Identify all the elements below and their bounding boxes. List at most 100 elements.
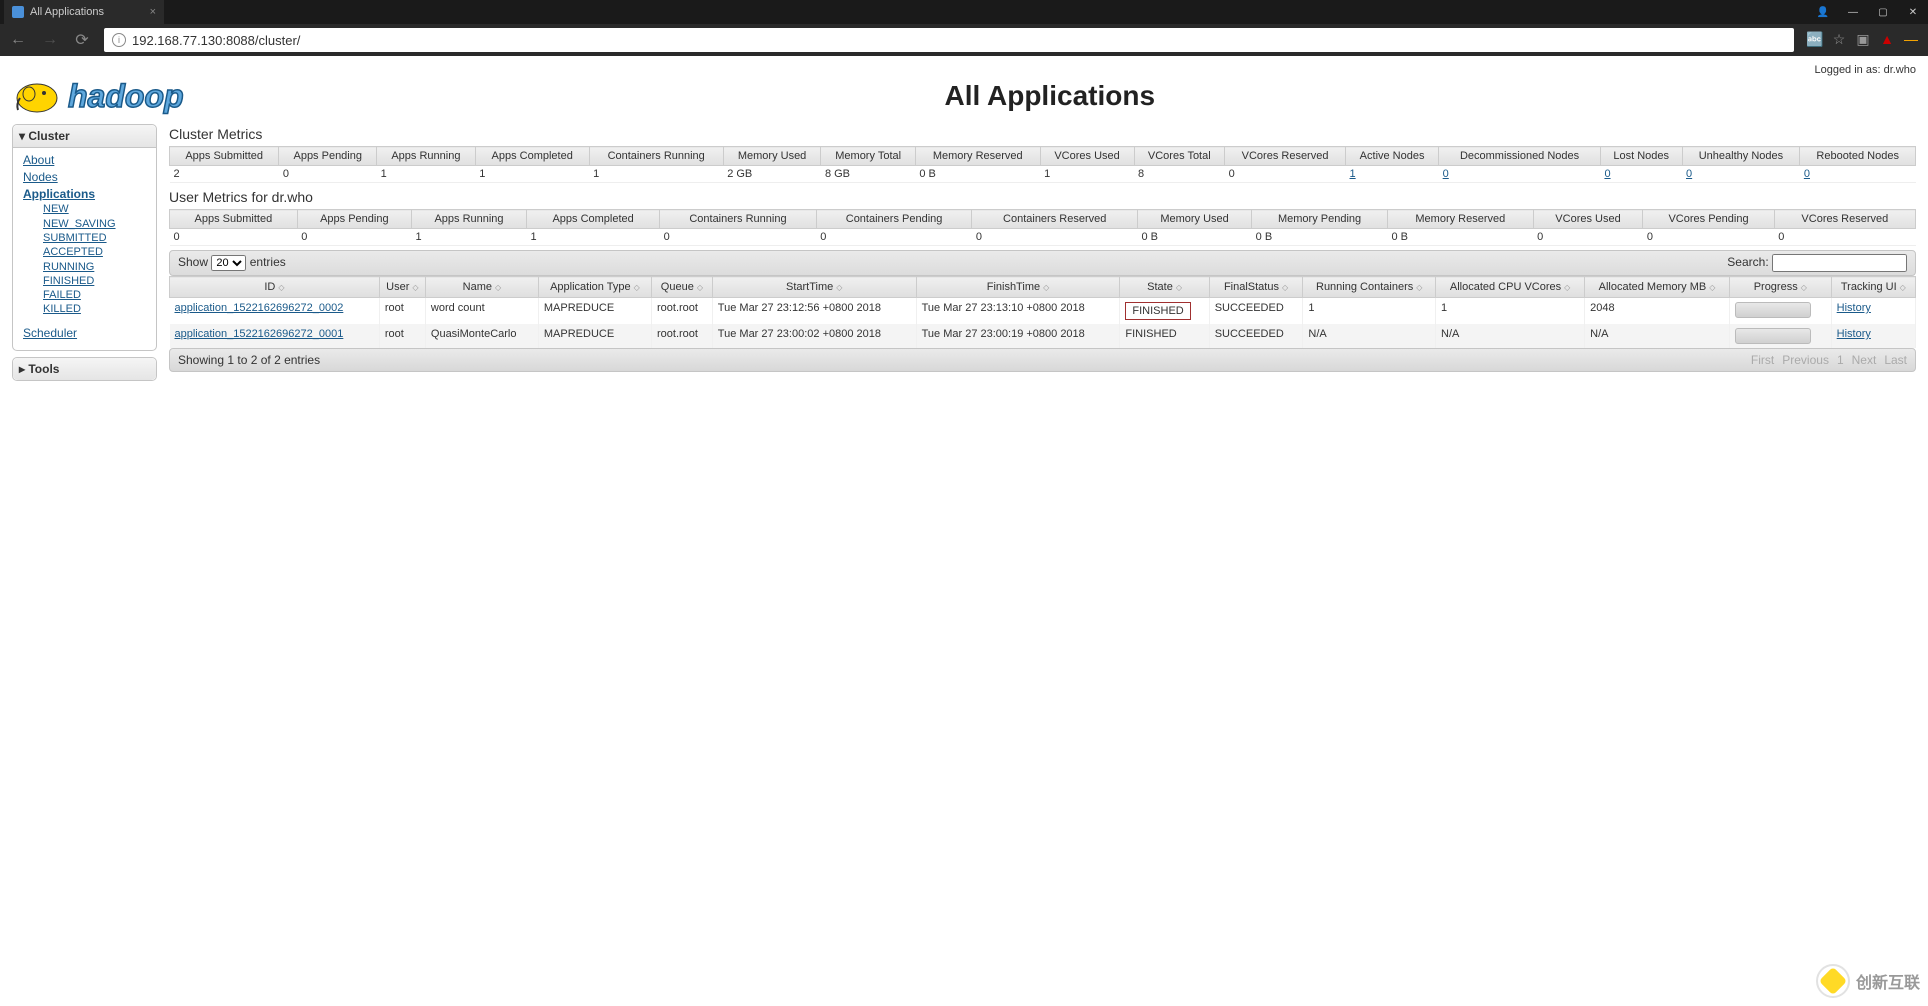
metrics-value: 0 (170, 229, 298, 246)
metrics-value: 0 (1533, 229, 1643, 246)
apps-column-header[interactable]: Progress◇ (1729, 277, 1831, 298)
app-id-link[interactable]: application_1522162696272_0001 (175, 328, 344, 340)
metrics-value: 0 (1643, 229, 1774, 246)
metrics-value: 8 (1134, 166, 1225, 183)
entries-select[interactable]: 20 (211, 255, 246, 271)
apps-column-header[interactable]: Queue◇ (652, 277, 713, 298)
metrics-header: Decommissioned Nodes (1439, 147, 1601, 166)
sidebar-accepted-link[interactable]: ACCEPTED (43, 245, 146, 259)
tracking-link[interactable]: History (1837, 302, 1871, 314)
sidebar-scheduler-link[interactable]: Scheduler (23, 325, 146, 342)
page-next[interactable]: Next (1852, 353, 1877, 367)
metrics-value[interactable]: 0 (1439, 166, 1601, 183)
metrics-header: Memory Used (723, 147, 821, 166)
close-window-icon[interactable]: ✕ (1898, 0, 1928, 24)
maximize-icon[interactable]: ▢ (1868, 0, 1898, 24)
apps-column-header[interactable]: State◇ (1120, 277, 1209, 298)
metrics-header: Unhealthy Nodes (1682, 147, 1800, 166)
back-button[interactable]: ← (8, 31, 28, 49)
page-previous[interactable]: Previous (1782, 353, 1829, 367)
extension-icon-1[interactable]: ▣ (1854, 31, 1872, 49)
sidebar-killed-link[interactable]: KILLED (43, 302, 146, 316)
address-bar[interactable]: i 192.168.77.130:8088/cluster/ (104, 28, 1794, 52)
apps-column-header[interactable]: Allocated CPU VCores◇ (1436, 277, 1585, 298)
bookmark-icon[interactable]: ☆ (1830, 31, 1848, 49)
metrics-header: Memory Reserved (1387, 210, 1533, 229)
sidebar-running-link[interactable]: RUNNING (43, 260, 146, 274)
metrics-value: 1 (589, 166, 723, 183)
watermark: 创新互联 (1816, 964, 1920, 998)
metrics-header: Lost Nodes (1600, 147, 1682, 166)
sidebar-failed-link[interactable]: FAILED (43, 288, 146, 302)
translate-icon[interactable]: 🔤 (1806, 31, 1824, 49)
tab-favicon (12, 6, 24, 18)
metrics-header: Containers Running (589, 147, 723, 166)
extension-icon-2[interactable]: ▲ (1878, 31, 1896, 49)
metrics-value[interactable]: 0 (1682, 166, 1800, 183)
apps-column-header[interactable]: Application Type◇ (538, 277, 651, 298)
app-id-link[interactable]: application_1522162696272_0002 (175, 302, 344, 314)
sidebar-new-link[interactable]: NEW (43, 202, 146, 216)
cluster-metrics-title: Cluster Metrics (169, 126, 1916, 142)
minimize-icon[interactable]: — (1838, 0, 1868, 24)
metrics-header: Apps Submitted (170, 210, 298, 229)
apps-column-header[interactable]: Allocated Memory MB◇ (1585, 277, 1730, 298)
apps-column-header[interactable]: StartTime◇ (712, 277, 916, 298)
sidebar-cluster-header[interactable]: ▾ Cluster (13, 125, 156, 148)
metrics-value: 0 (972, 229, 1138, 246)
sidebar-nodes-link[interactable]: Nodes (23, 169, 146, 186)
window-controls: 👤 — ▢ ✕ (1808, 0, 1928, 24)
hadoop-logo[interactable]: hadoop (12, 76, 184, 116)
sidebar-applications-link[interactable]: Applications (23, 186, 146, 203)
metrics-value[interactable]: 0 (1600, 166, 1682, 183)
table-footer: Showing 1 to 2 of 2 entries First Previo… (169, 348, 1916, 372)
apps-column-header[interactable]: FinalStatus◇ (1209, 277, 1303, 298)
browser-tab[interactable]: All Applications × (4, 0, 164, 24)
metrics-value: 0 B (1137, 229, 1251, 246)
page-last[interactable]: Last (1884, 353, 1907, 367)
sidebar-new-saving-link[interactable]: NEW_SAVING (43, 217, 146, 231)
apps-column-header[interactable]: FinishTime◇ (916, 277, 1120, 298)
metrics-value[interactable]: 0 (1800, 166, 1916, 183)
user-metrics-title: User Metrics for dr.who (169, 189, 1916, 205)
sidebar-finished-link[interactable]: FINISHED (43, 274, 146, 288)
elephant-icon (12, 76, 62, 116)
search-input[interactable] (1772, 254, 1907, 272)
reload-button[interactable]: ⟳ (72, 30, 92, 50)
metrics-value: 8 GB (821, 166, 915, 183)
browser-tab-bar: All Applications × 👤 — ▢ ✕ (0, 0, 1928, 24)
apps-column-header[interactable]: User◇ (379, 277, 425, 298)
page-1[interactable]: 1 (1837, 353, 1844, 367)
progress-bar (1735, 302, 1811, 318)
applications-table: ID◇User◇Name◇Application Type◇Queue◇Star… (169, 276, 1916, 348)
metrics-header: Memory Pending (1252, 210, 1388, 229)
user-icon[interactable]: 👤 (1808, 0, 1838, 24)
apps-column-header[interactable]: Name◇ (425, 277, 538, 298)
metrics-header: Apps Submitted (170, 147, 279, 166)
metrics-header: VCores Used (1040, 147, 1134, 166)
metrics-header: Active Nodes (1346, 147, 1439, 166)
tracking-link[interactable]: History (1837, 328, 1871, 340)
metrics-value: 0 (297, 229, 411, 246)
metrics-header: Rebooted Nodes (1800, 147, 1916, 166)
tab-close-icon[interactable]: × (150, 6, 156, 18)
metrics-value[interactable]: 1 (1346, 166, 1439, 183)
login-info: Logged in as: dr.who (12, 64, 1916, 76)
metrics-value: 0 B (915, 166, 1040, 183)
sidebar-submitted-link[interactable]: SUBMITTED (43, 231, 146, 245)
site-info-icon[interactable]: i (112, 33, 126, 47)
extension-icon-3[interactable]: — (1902, 31, 1920, 49)
apps-column-header[interactable]: Tracking UI◇ (1831, 277, 1915, 298)
cluster-metrics-table: Apps SubmittedApps PendingApps RunningAp… (169, 146, 1916, 183)
forward-button[interactable]: → (40, 31, 60, 49)
tab-title: All Applications (30, 6, 104, 18)
metrics-header: Memory Used (1137, 210, 1251, 229)
sidebar-tools-header[interactable]: ▸ Tools (13, 358, 156, 380)
apps-column-header[interactable]: Running Containers◇ (1303, 277, 1436, 298)
apps-column-header[interactable]: ID◇ (170, 277, 380, 298)
metrics-value: 0 (279, 166, 377, 183)
table-info: Showing 1 to 2 of 2 entries (178, 353, 320, 367)
metrics-value: 1 (1040, 166, 1134, 183)
sidebar-about-link[interactable]: About (23, 152, 146, 169)
page-first[interactable]: First (1751, 353, 1774, 367)
